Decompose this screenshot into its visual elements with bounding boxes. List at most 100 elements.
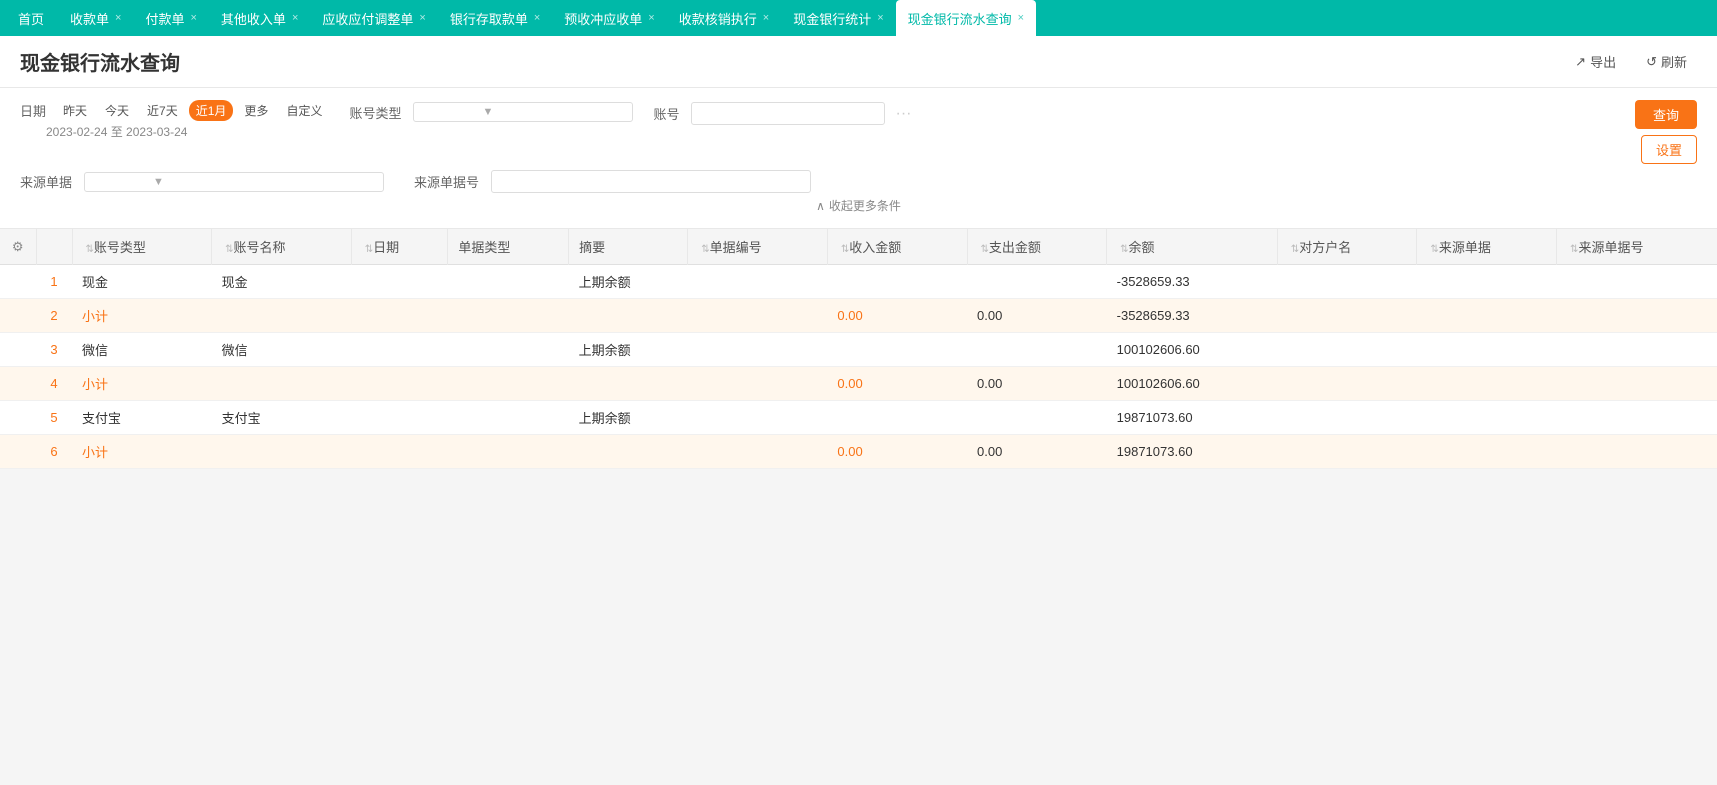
row-no: 3 (36, 333, 72, 367)
row-account-type: 小计 (72, 299, 212, 333)
collapse-bar[interactable]: ∧ 收起更多条件 (20, 193, 1697, 222)
row-source-doc (1417, 401, 1557, 435)
row-gear (0, 435, 36, 469)
date-opt-today[interactable]: 今天 (98, 100, 136, 121)
nav-tab-xianjinyinhang[interactable]: 现金银行统计 × (781, 0, 895, 36)
row-account-name: 现金 (212, 265, 352, 299)
row-income: 0.00 (827, 299, 967, 333)
sort-icon: ⇅ (365, 244, 373, 255)
row-account-type: 现金 (72, 265, 212, 299)
date-filter-block: 日期 昨天 今天 近7天 近1月 更多 自定义 2023-02-24 至 202… (20, 100, 329, 140)
table-row: 3微信微信上期余额100102606.60 (0, 333, 1717, 367)
account-input[interactable] (691, 102, 885, 125)
export-icon: ↗ (1575, 54, 1586, 70)
row-source-doc-no (1557, 265, 1717, 299)
row-gear (0, 333, 36, 367)
account-type-select[interactable]: ▼ (413, 102, 633, 122)
column-balance[interactable]: ⇅余额 (1107, 229, 1278, 265)
row-source-doc (1417, 265, 1557, 299)
source-doc-no-filter-group: 来源单据号 (414, 170, 811, 193)
nav-tab-yushou[interactable]: 预收冲应收单 × (552, 0, 666, 36)
more-dots-icon[interactable]: ··· (891, 105, 915, 123)
nav-tab-yingshouyingfu[interactable]: 应收应付调整单 × (310, 0, 437, 36)
nav-tab-fukuan[interactable]: 付款单 × (133, 0, 208, 36)
row-doc-no (688, 265, 828, 299)
nav-tab-yinhangcunqu[interactable]: 银行存取款单 × (438, 0, 552, 36)
row-account-type: 支付宝 (72, 401, 212, 435)
close-icon[interactable]: × (763, 12, 769, 24)
table-row: 4小计0.000.00100102606.60 (0, 367, 1717, 401)
row-counterpart (1277, 401, 1417, 435)
row-balance: 19871073.60 (1107, 401, 1278, 435)
row-doc-no (688, 299, 828, 333)
row-expense (967, 265, 1107, 299)
row-source-doc (1417, 299, 1557, 333)
row-gear (0, 299, 36, 333)
page-title: 现金银行流水查询 (20, 47, 180, 76)
row-expense (967, 401, 1107, 435)
column-date[interactable]: ⇅日期 (351, 229, 448, 265)
row-counterpart (1277, 299, 1417, 333)
column-gear[interactable]: ⚙ (0, 229, 36, 265)
column-source-doc-no[interactable]: ⇅来源单据号 (1557, 229, 1717, 265)
row-date (351, 333, 448, 367)
nav-tab-shoukuan[interactable]: 收款单 × (58, 0, 133, 36)
source-doc-select[interactable]: ▼ (84, 172, 384, 192)
sort-icon: ⇅ (1430, 244, 1438, 255)
close-icon[interactable]: × (115, 12, 121, 24)
row-date (351, 401, 448, 435)
row-account-name (212, 367, 352, 401)
close-icon[interactable]: × (292, 12, 298, 24)
row-doc-type (448, 265, 569, 299)
column-income[interactable]: ⇅收入金额 (827, 229, 967, 265)
date-opt-1month[interactable]: 近1月 (189, 100, 234, 121)
source-doc-no-input[interactable] (491, 170, 811, 193)
nav-tab-shoukuanhexiao[interactable]: 收款核销执行 × (667, 0, 781, 36)
column-account-type[interactable]: ⇅账号类型 (72, 229, 212, 265)
nav-tab-liushui[interactable]: 现金银行流水查询 × (896, 0, 1036, 36)
row-account-type: 小计 (72, 367, 212, 401)
date-opt-yesterday[interactable]: 昨天 (56, 100, 94, 121)
nav-tab-qitashouru[interactable]: 其他收入单 × (209, 0, 310, 36)
row-source-doc-no (1557, 367, 1717, 401)
row-date (351, 367, 448, 401)
column-expense[interactable]: ⇅支出金额 (967, 229, 1107, 265)
row-expense (967, 333, 1107, 367)
row-doc-type (448, 299, 569, 333)
row-expense: 0.00 (967, 299, 1107, 333)
row-account-type: 微信 (72, 333, 212, 367)
column-source-doc[interactable]: ⇅来源单据 (1417, 229, 1557, 265)
row-gear (0, 401, 36, 435)
export-button[interactable]: ↗ 导出 (1565, 48, 1626, 75)
column-doc-no[interactable]: ⇅单据编号 (688, 229, 828, 265)
date-opt-more[interactable]: 更多 (237, 100, 275, 121)
row-doc-type (448, 367, 569, 401)
row-summary (569, 299, 688, 333)
account-filter-group: 账号 ··· (653, 102, 915, 125)
column-account-name[interactable]: ⇅账号名称 (212, 229, 352, 265)
settings-button[interactable]: 设置 (1641, 135, 1697, 164)
nav-home[interactable]: 首页 (4, 0, 58, 36)
account-type-label: 账号类型 (349, 103, 401, 122)
sort-icon: ⇅ (225, 244, 233, 255)
close-icon[interactable]: × (190, 12, 196, 24)
date-opt-custom[interactable]: 自定义 (279, 100, 329, 121)
query-button[interactable]: 查询 (1635, 100, 1697, 129)
close-icon[interactable]: × (648, 12, 654, 24)
sort-icon: ⇅ (841, 244, 849, 255)
row-summary: 上期余额 (569, 265, 688, 299)
sort-icon: ⇅ (1291, 244, 1299, 255)
date-range-display: 2023-02-24 至 2023-03-24 (46, 123, 329, 140)
row-doc-no (688, 367, 828, 401)
close-icon[interactable]: × (1018, 12, 1024, 24)
column-counterpart[interactable]: ⇅对方户名 (1277, 229, 1417, 265)
close-icon[interactable]: × (419, 12, 425, 24)
refresh-button[interactable]: ↺ 刷新 (1636, 48, 1697, 75)
source-doc-label: 来源单据 (20, 172, 72, 191)
row-account-name: 微信 (212, 333, 352, 367)
row-balance: -3528659.33 (1107, 299, 1278, 333)
table-row: 5支付宝支付宝上期余额19871073.60 (0, 401, 1717, 435)
date-opt-7days[interactable]: 近7天 (140, 100, 185, 121)
close-icon[interactable]: × (877, 12, 883, 24)
close-icon[interactable]: × (534, 12, 540, 24)
